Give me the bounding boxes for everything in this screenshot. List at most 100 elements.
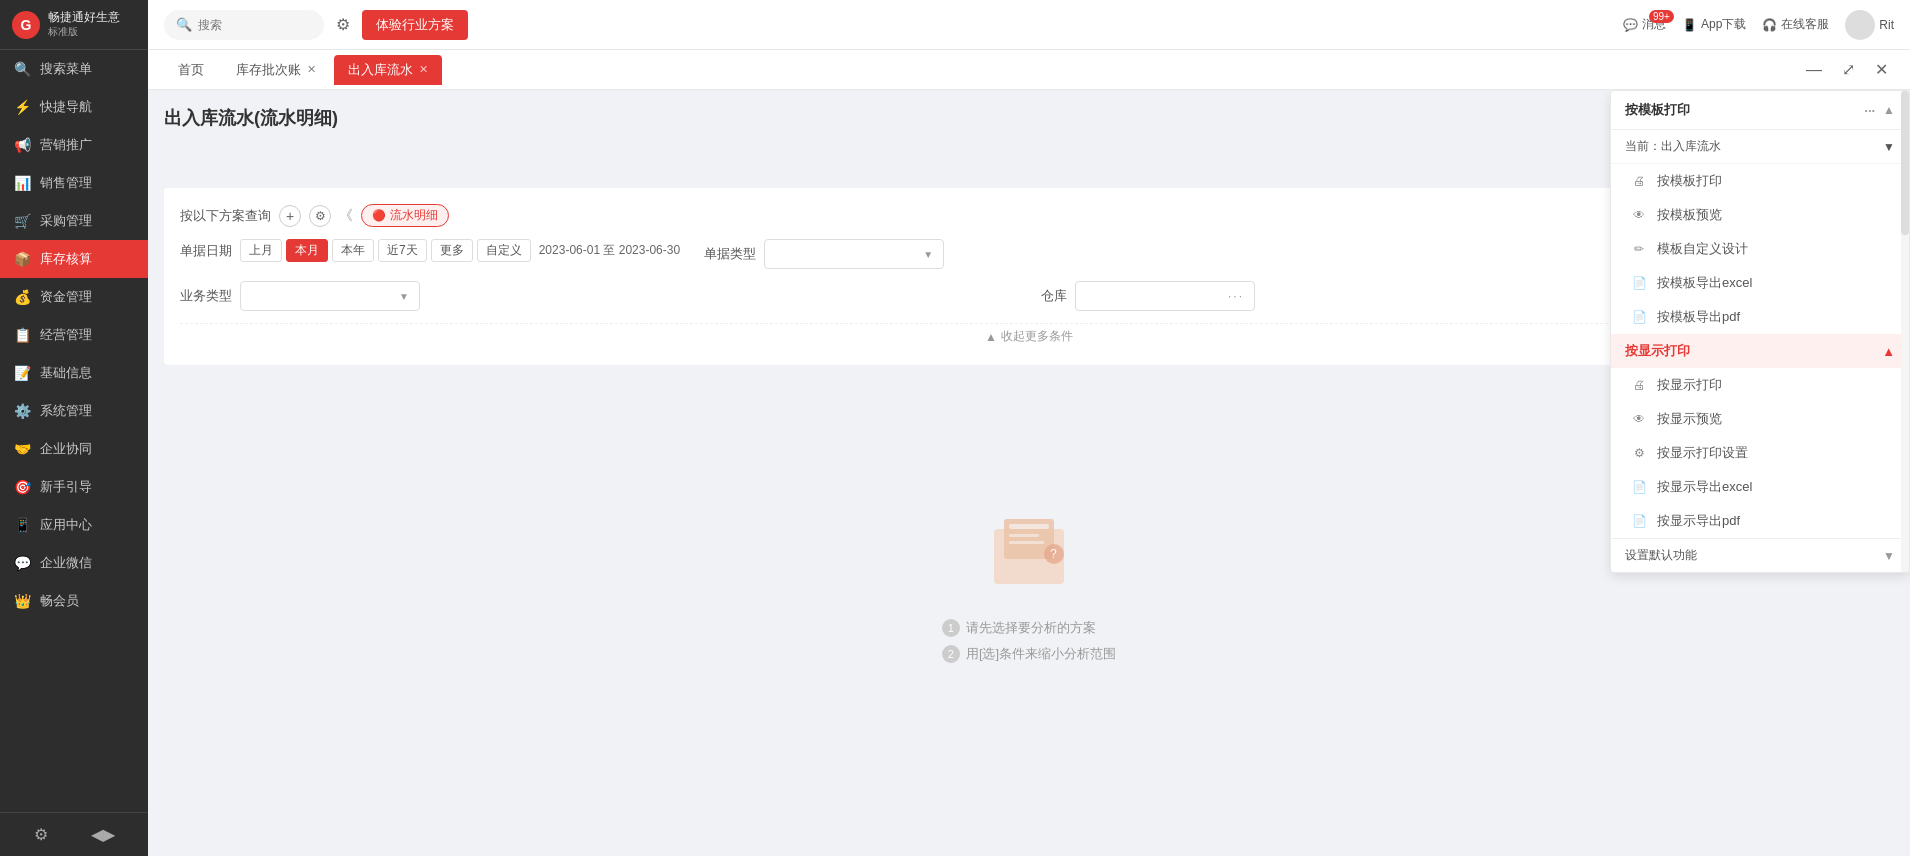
page-content: 出入库流水(流水明细) 🖨 按模板打印 ▲ ⬆ 导出 ↻ 刷新 按以下方案查询 … [148, 90, 1910, 856]
active-filter-tag[interactable]: 🔴 流水明细 [361, 204, 449, 227]
app-name: 畅捷通好生意 [48, 10, 120, 26]
current-template-arrow: ▼ [1883, 140, 1895, 154]
sidebar-item-purchase[interactable]: 🛒 采购管理 [0, 202, 148, 240]
footer-collapse-icon[interactable]: ◀▶ [91, 825, 115, 844]
last-7-days-btn[interactable]: 近7天 [378, 239, 427, 262]
sidebar-item-vip[interactable]: 👑 畅会员 [0, 582, 148, 620]
topbar-actions: 💬 消息 99+ 📱 App下载 🎧 在线客服 Rit [1623, 10, 1894, 40]
tabs-bar: 首页 库存批次账 ✕ 出入库流水 ✕ — ⤢ ✕ [148, 50, 1910, 90]
dropdown-scrollbar[interactable] [1901, 91, 1909, 572]
sidebar-item-label: 企业协同 [40, 440, 92, 458]
topbar-search-box[interactable]: 🔍 [164, 10, 324, 40]
user-name: Rit [1879, 18, 1894, 32]
tab-close-button[interactable]: ✕ [1869, 58, 1894, 81]
excel-icon: 📄 [1631, 275, 1647, 291]
sales-icon: 📊 [12, 175, 32, 191]
display-pdf-label: 按显示导出pdf [1657, 512, 1740, 530]
custom-date-btn[interactable]: 自定义 [477, 239, 531, 262]
tab-minimize-button[interactable]: — [1800, 59, 1828, 81]
tab-batch-account[interactable]: 库存批次账 ✕ [222, 55, 330, 85]
business-type-arrow: ▼ [399, 291, 409, 302]
dropdown-display-excel[interactable]: 📄 按显示导出excel [1611, 470, 1909, 504]
tab-flow-close[interactable]: ✕ [419, 63, 428, 76]
dropdown-collapse-btn[interactable]: ▲ [1883, 103, 1895, 117]
industry-solution-button[interactable]: 体验行业方案 [362, 10, 468, 40]
tab-home[interactable]: 首页 [164, 55, 218, 85]
apps-icon: 📱 [12, 517, 32, 533]
user-profile-btn[interactable]: Rit [1845, 10, 1894, 40]
dropdown-display-preview[interactable]: 👁 按显示预览 [1611, 402, 1909, 436]
tab-flow[interactable]: 出入库流水 ✕ [334, 55, 442, 85]
warehouse-select[interactable]: ··· [1075, 281, 1255, 311]
sidebar-item-label: 畅会员 [40, 592, 79, 610]
search-icon: 🔍 [12, 61, 32, 77]
tab-maximize-button[interactable]: ⤢ [1836, 58, 1861, 81]
dropdown-template-excel[interactable]: 📄 按模板导出excel [1611, 266, 1909, 300]
dropdown-footer-arrow: ▼ [1883, 549, 1895, 563]
sidebar-item-inventory[interactable]: 📦 库存核算 [0, 240, 148, 278]
sidebar-item-label: 采购管理 [40, 212, 92, 230]
dropdown-template-print[interactable]: 🖨 按模板打印 [1611, 164, 1909, 198]
current-year-btn[interactable]: 本年 [332, 239, 374, 262]
sidebar-item-system[interactable]: ⚙️ 系统管理 [0, 392, 148, 430]
last-month-btn[interactable]: 上月 [240, 239, 282, 262]
sidebar-item-wechat[interactable]: 💬 企业微信 [0, 544, 148, 582]
date-shortcut-buttons: 上月 本月 本年 近7天 更多 自定义 2023-06-01 至 2023-06… [240, 239, 680, 262]
sidebar-item-collab[interactable]: 🤝 企业协同 [0, 430, 148, 468]
sidebar-item-basics[interactable]: 📝 基础信息 [0, 354, 148, 392]
dropdown-title: 按模板打印 [1625, 101, 1690, 119]
filter-collapse-arrow[interactable]: 《 [339, 207, 353, 225]
marketing-icon: 📢 [12, 137, 32, 153]
app-download-icon: 📱 [1682, 18, 1697, 32]
dropdown-more-icon[interactable]: ··· [1864, 103, 1875, 118]
dropdown-display-pdf[interactable]: 📄 按显示导出pdf [1611, 504, 1909, 538]
sidebar-item-operations[interactable]: 📋 经营管理 [0, 316, 148, 354]
topbar-settings-icon[interactable]: ⚙ [336, 15, 350, 34]
footer-settings-icon[interactable]: ⚙ [34, 825, 48, 844]
template-print-label: 按模板打印 [1657, 172, 1722, 190]
sidebar-item-quick-nav[interactable]: ⚡ 快捷导航 [0, 88, 148, 126]
document-type-select[interactable]: ▼ [764, 239, 944, 269]
sidebar-item-apps[interactable]: 📱 应用中心 [0, 506, 148, 544]
message-icon: 💬 [1623, 18, 1638, 32]
app-download-label: App下载 [1701, 16, 1746, 33]
collapse-label: 收起更多条件 [1001, 328, 1073, 345]
main-content: 🔍 ⚙ 体验行业方案 💬 消息 99+ 📱 App下载 🎧 在线客服 Rit [148, 0, 1910, 856]
sidebar-logo: G 畅捷通好生意 标准版 [0, 0, 148, 50]
dropdown-display-print[interactable]: 🖨 按显示打印 [1611, 368, 1909, 402]
sidebar-item-label: 系统管理 [40, 402, 92, 420]
dropdown-footer-settings-label: 设置默认功能 [1625, 547, 1697, 564]
dropdown-display-print-settings[interactable]: ⚙ 按显示打印设置 [1611, 436, 1909, 470]
print-dropdown-panel: 按模板打印 ··· ▲ 当前：出入库流水 ▼ 🖨 按模板打印 👁 按模板预览 ✏ [1610, 90, 1910, 573]
dropdown-header-right: ··· ▲ [1864, 103, 1895, 118]
dropdown-template-custom[interactable]: ✏ 模板自定义设计 [1611, 232, 1909, 266]
date-filter-field: 单据日期 上月 本月 本年 近7天 更多 自定义 2023-06-01 至 20… [180, 239, 680, 262]
current-month-btn[interactable]: 本月 [286, 239, 328, 262]
filter-add-button[interactable]: + [279, 205, 301, 227]
empty-tip-2: 2 用[选]条件来缩小分析范围 [942, 645, 1116, 663]
dropdown-footer[interactable]: 设置默认功能 ▼ [1611, 538, 1909, 572]
sidebar-item-label: 应用中心 [40, 516, 92, 534]
template-excel-label: 按模板导出excel [1657, 274, 1752, 292]
sidebar-item-search[interactable]: 🔍 搜索菜单 [0, 50, 148, 88]
messages-btn[interactable]: 💬 消息 99+ [1623, 16, 1666, 33]
sidebar-item-guide[interactable]: 🎯 新手引导 [0, 468, 148, 506]
tab-batch-account-close[interactable]: ✕ [307, 63, 316, 76]
display-print-section-header[interactable]: 按显示打印 ▲ [1611, 334, 1909, 368]
business-type-select[interactable]: ▼ [240, 281, 420, 311]
finance-icon: 💰 [12, 289, 32, 305]
sidebar-item-finance[interactable]: 💰 资金管理 [0, 278, 148, 316]
app-download-btn[interactable]: 📱 App下载 [1682, 16, 1746, 33]
more-date-btn[interactable]: 更多 [431, 239, 473, 262]
template-preview-label: 按模板预览 [1657, 206, 1722, 224]
dropdown-template-pdf[interactable]: 📄 按模板导出pdf [1611, 300, 1909, 334]
search-input[interactable] [198, 18, 312, 32]
sidebar-item-sales[interactable]: 📊 销售管理 [0, 164, 148, 202]
dropdown-template-preview[interactable]: 👁 按模板预览 [1611, 198, 1909, 232]
display-print-settings-label: 按显示打印设置 [1657, 444, 1748, 462]
date-range-display: 2023-06-01 至 2023-06-30 [539, 242, 680, 259]
filter-settings-button[interactable]: ⚙ [309, 205, 331, 227]
tip-num-2: 2 [942, 645, 960, 663]
online-service-btn[interactable]: 🎧 在线客服 [1762, 16, 1829, 33]
sidebar-item-marketing[interactable]: 📢 营销推广 [0, 126, 148, 164]
